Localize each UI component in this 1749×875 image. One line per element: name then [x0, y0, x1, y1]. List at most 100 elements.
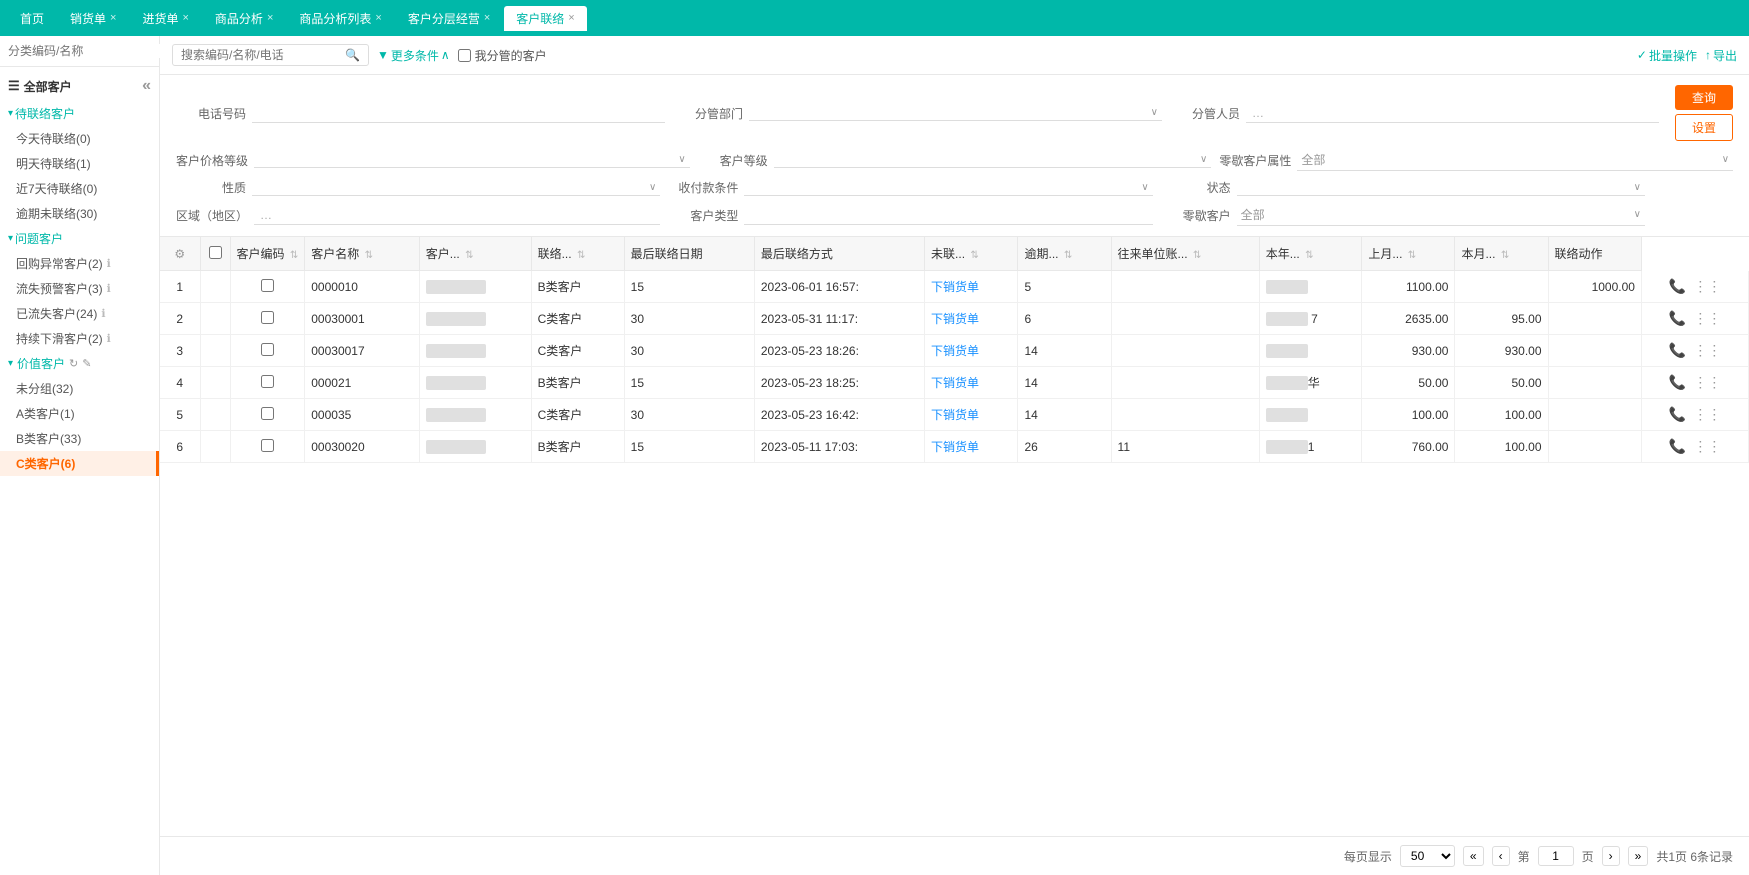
page-size-select[interactable]: 50 100 200	[1400, 845, 1455, 867]
filter-retail-attr-select[interactable]: 全部 ∨	[1297, 149, 1733, 171]
row-checkbox-0[interactable]	[261, 279, 274, 292]
filter-customer-type-input[interactable]	[744, 206, 1152, 225]
row-last-way[interactable]: 下销货单	[925, 303, 1018, 335]
filter-nature-select[interactable]: ∨	[252, 180, 660, 196]
sidebar-search-input[interactable]	[8, 44, 163, 58]
row-check[interactable]	[230, 335, 305, 367]
row-last-way[interactable]: 下销货单	[925, 399, 1018, 431]
tab-analysis-list-close[interactable]: ×	[375, 12, 381, 24]
sidebar-section-pending[interactable]: 待联络客户	[0, 101, 159, 126]
row-last-way[interactable]: 下销货单	[925, 431, 1018, 463]
col-gear[interactable]: ⚙	[160, 237, 200, 271]
filter-phone-input[interactable]	[252, 104, 665, 123]
row-phone-icon-4[interactable]: 📞	[1669, 406, 1686, 422]
row-phone-icon-5[interactable]: 📞	[1669, 438, 1686, 454]
sidebar-item-7days[interactable]: 近7天待联络(0)	[0, 176, 159, 201]
col-type[interactable]: 客户... ⇅	[419, 237, 531, 271]
row-more-icon-3[interactable]: ⋮⋮	[1693, 374, 1721, 390]
sidebar-section-value[interactable]: 价值客户 ↻ ✎	[0, 351, 159, 376]
tab-purchase[interactable]: 进货单 ×	[130, 6, 200, 31]
sort-unlink-icon[interactable]: ⇅	[970, 250, 978, 261]
sidebar-item-b-class[interactable]: B类客户(33)	[0, 426, 159, 451]
sidebar-item-repurchase-abnormal[interactable]: 回购异常客户(2) ℹ	[0, 251, 159, 276]
last-page-btn[interactable]: »	[1628, 846, 1649, 866]
filter-customer-level-select[interactable]: ∨	[774, 152, 1212, 168]
row-more-icon-4[interactable]: ⋮⋮	[1693, 406, 1721, 422]
row-more-icon-0[interactable]: ⋮⋮	[1693, 278, 1721, 294]
row-last-way-link-2[interactable]: 下销货单	[931, 344, 979, 358]
row-more-icon-1[interactable]: ⋮⋮	[1693, 310, 1721, 326]
col-last-way[interactable]: 最后联络方式	[754, 237, 924, 271]
row-check[interactable]	[230, 271, 305, 303]
row-check[interactable]	[230, 303, 305, 335]
row-last-way-link-5[interactable]: 下销货单	[931, 440, 979, 454]
sort-code-icon[interactable]: ⇅	[290, 250, 298, 261]
sort-name-icon[interactable]: ⇅	[365, 250, 373, 261]
row-checkbox-5[interactable]	[261, 439, 274, 452]
col-last-date[interactable]: 最后联络日期	[624, 237, 754, 271]
row-phone-icon-0[interactable]: 📞	[1669, 278, 1686, 294]
row-checkbox-1[interactable]	[261, 311, 274, 324]
row-last-way-link-0[interactable]: 下销货单	[931, 280, 979, 294]
search-bar[interactable]: 🔍	[172, 44, 369, 66]
sidebar-item-churned[interactable]: 已流失客户(24) ℹ	[0, 301, 159, 326]
query-button[interactable]: 查询	[1675, 85, 1733, 110]
refresh-icon[interactable]: ↻	[69, 357, 78, 370]
sidebar-item-churn-warning[interactable]: 流失预警客户(3) ℹ	[0, 276, 159, 301]
set-button[interactable]: 设置	[1675, 114, 1733, 141]
col-account[interactable]: 往来单位账... ⇅	[1111, 237, 1259, 271]
sort-thisyear-icon[interactable]: ⇅	[1305, 250, 1313, 261]
sidebar-item-today[interactable]: 今天待联络(0)	[0, 126, 159, 151]
sidebar-item-declining[interactable]: 持续下滑客户(2) ℹ	[0, 326, 159, 351]
row-more-icon-2[interactable]: ⋮⋮	[1693, 342, 1721, 358]
sidebar-item-c-class[interactable]: C类客户(6)	[0, 451, 159, 476]
sidebar-item-tomorrow[interactable]: 明天待联络(1)	[0, 151, 159, 176]
tab-customer-contact-close[interactable]: ×	[568, 12, 574, 24]
sort-contact-icon[interactable]: ⇅	[577, 250, 585, 261]
row-checkbox-4[interactable]	[261, 407, 274, 420]
more-conditions-btn[interactable]: ▼ 更多条件 ∧	[377, 47, 450, 64]
sidebar-all-customers[interactable]: ☰ 全部客户 «	[0, 71, 159, 101]
row-checkbox-3[interactable]	[261, 375, 274, 388]
col-lastmonth[interactable]: 上月... ⇅	[1362, 237, 1455, 271]
filter-status-select[interactable]: ∨	[1237, 180, 1645, 196]
filter-region-dots[interactable]: …	[254, 206, 660, 225]
row-more-icon-5[interactable]: ⋮⋮	[1693, 438, 1721, 454]
row-check[interactable]	[230, 431, 305, 463]
row-last-way-link-1[interactable]: 下销货单	[931, 312, 979, 326]
filter-person-dots[interactable]: …	[1246, 104, 1659, 123]
edit-icon[interactable]: ✎	[82, 357, 91, 370]
tab-purchase-close[interactable]: ×	[182, 12, 188, 24]
sort-account-icon[interactable]: ⇅	[1193, 250, 1201, 261]
col-overdue[interactable]: 逾期... ⇅	[1018, 237, 1111, 271]
row-phone-icon-3[interactable]: 📞	[1669, 374, 1686, 390]
col-name[interactable]: 客户名称 ⇅	[305, 237, 420, 271]
search-input[interactable]	[181, 48, 341, 62]
search-icon[interactable]: 🔍	[345, 48, 360, 62]
row-phone-icon-2[interactable]: 📞	[1669, 342, 1686, 358]
row-check[interactable]	[230, 399, 305, 431]
sidebar-item-overdue[interactable]: 逾期未联络(30)	[0, 201, 159, 226]
gear-icon[interactable]: ⚙	[174, 247, 185, 261]
row-check[interactable]	[230, 367, 305, 399]
sort-type-icon[interactable]: ⇅	[465, 250, 473, 261]
select-all-checkbox[interactable]	[209, 246, 222, 259]
batch-operations-btn[interactable]: ✓ 批量操作	[1637, 47, 1697, 64]
tab-analysis-list[interactable]: 商品分析列表 ×	[287, 6, 393, 31]
sidebar-item-ungrouped[interactable]: 未分组(32)	[0, 376, 159, 401]
first-page-btn[interactable]: «	[1463, 846, 1484, 866]
sidebar-item-a-class[interactable]: A类客户(1)	[0, 401, 159, 426]
row-phone-icon-1[interactable]: 📞	[1669, 310, 1686, 326]
my-customers-toggle[interactable]: 我分管的客户	[458, 47, 547, 64]
tab-home[interactable]: 首页	[8, 6, 56, 31]
sidebar-dots-icon[interactable]: «	[142, 77, 151, 95]
next-page-btn[interactable]: ›	[1602, 846, 1620, 866]
filter-payment-select[interactable]: ∨	[744, 180, 1152, 196]
filter-retail-select[interactable]: 全部 ∨	[1237, 204, 1645, 226]
col-code[interactable]: 客户编码 ⇅	[230, 237, 305, 271]
prev-page-btn[interactable]: ‹	[1492, 846, 1510, 866]
filter-dept-select[interactable]: ∨	[749, 105, 1162, 121]
filter-price-level-select[interactable]: ∨	[254, 152, 690, 168]
my-customers-checkbox[interactable]	[458, 49, 471, 62]
col-thismonth[interactable]: 本月... ⇅	[1455, 237, 1548, 271]
